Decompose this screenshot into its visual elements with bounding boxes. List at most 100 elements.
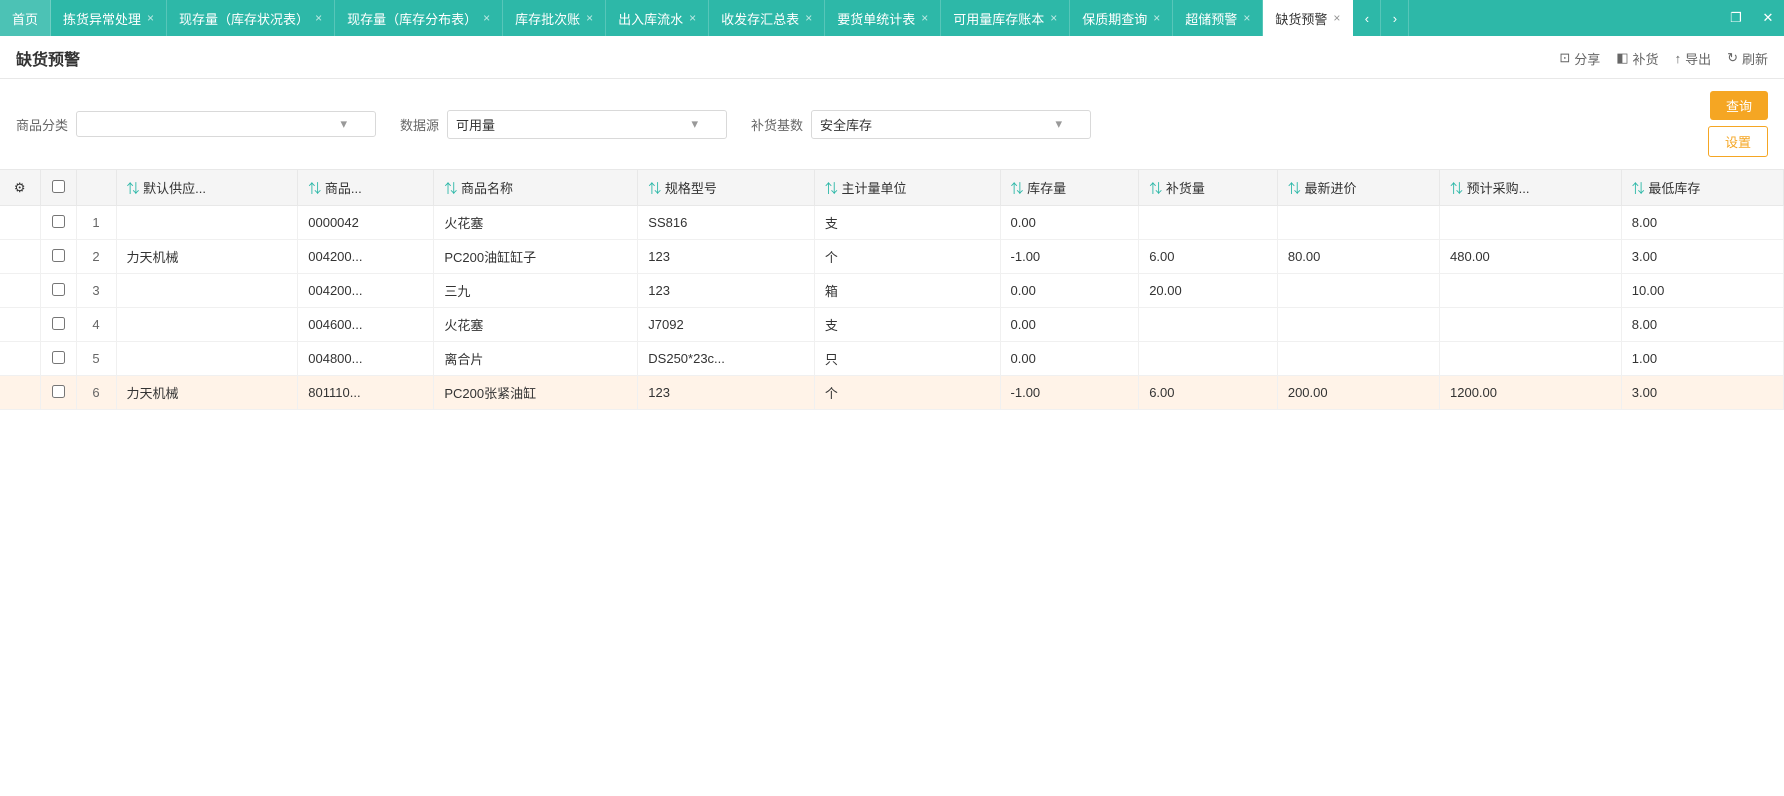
window-controls: ❐ ✕ <box>1720 0 1784 36</box>
row-checkbox-5[interactable] <box>52 385 65 398</box>
tab-expiry[interactable]: 保质期查询 × <box>1070 0 1173 36</box>
est-purchase-column-header[interactable]: ⇅ 预计采购... <box>1440 170 1622 206</box>
row-est-purchase-cell <box>1440 308 1622 342</box>
product-code-column-header[interactable]: ⇅ 商品... <box>298 170 434 206</box>
refresh-icon: ↻ <box>1727 50 1738 66</box>
row-checkbox-2[interactable] <box>52 283 65 296</box>
page-header: 缺货预警 ⊡ 分享 ◧ 补货 ↑ 导出 ↻ 刷新 <box>0 36 1784 79</box>
tab-demand-stat[interactable]: 要货单统计表 × <box>825 0 941 36</box>
close-tab-overstock[interactable]: × <box>1243 11 1250 25</box>
tab-prev-btn[interactable]: ‹ <box>1353 0 1381 36</box>
page-container: 缺货预警 ⊡ 分享 ◧ 补货 ↑ 导出 ↻ 刷新 商品分类 <box>0 36 1784 796</box>
row-checkbox-cell[interactable] <box>40 274 76 308</box>
replenish-base-chevron-icon: ▾ <box>1056 116 1063 132</box>
gear-column-header[interactable]: ⚙ <box>0 170 40 206</box>
row-checkbox-cell[interactable] <box>40 342 76 376</box>
datasource-select[interactable]: 可用量 ▾ <box>447 110 727 139</box>
min-stock-column-header[interactable]: ⇅ 最低库存 <box>1621 170 1783 206</box>
tab-inventory-status[interactable]: 现存量（库存状况表） × <box>167 0 335 36</box>
query-button[interactable]: 查询 <box>1710 91 1768 120</box>
row-latest-price-cell <box>1277 342 1439 376</box>
min-stock-sort-icon: ⇅ <box>1632 181 1645 196</box>
row-product-name-cell: 三九 <box>434 274 638 308</box>
tab-inventory-dist[interactable]: 现存量（库存分布表） × <box>335 0 503 36</box>
row-checkbox-0[interactable] <box>52 215 65 228</box>
table-row: 5004800...离合片DS250*23c...只0.001.00 <box>0 342 1784 376</box>
spec-column-header[interactable]: ⇅ 规格型号 <box>638 170 815 206</box>
tab-inout-flow[interactable]: 出入库流水 × <box>606 0 709 36</box>
row-est-purchase-cell <box>1440 274 1622 308</box>
category-filter-group: 商品分类 ▾ <box>16 111 376 137</box>
close-tab-batch-account[interactable]: × <box>586 11 593 25</box>
tab-home[interactable]: 首页 <box>0 0 51 36</box>
product-name-column-header[interactable]: ⇅ 商品名称 <box>434 170 638 206</box>
row-checkbox-cell[interactable] <box>40 206 76 240</box>
tab-available[interactable]: 可用量库存账本 × <box>941 0 1070 36</box>
latest-price-column-header[interactable]: ⇅ 最新进价 <box>1277 170 1439 206</box>
row-replenish-qty-cell <box>1139 342 1278 376</box>
row-gear-cell <box>0 342 40 376</box>
export-button[interactable]: ↑ 导出 <box>1675 49 1712 68</box>
replenish-base-label: 补货基数 <box>751 115 803 134</box>
category-chevron-icon: ▾ <box>340 116 347 132</box>
close-tab-inventory-dist[interactable]: × <box>483 11 490 25</box>
tab-collection[interactable]: 收发存汇总表 × <box>709 0 825 36</box>
row-latest-price-cell: 200.00 <box>1277 376 1439 410</box>
header-actions: ⊡ 分享 ◧ 补货 ↑ 导出 ↻ 刷新 <box>1559 49 1768 68</box>
latest-price-sort-icon: ⇅ <box>1288 181 1301 196</box>
replenish-qty-column-header[interactable]: ⇅ 补货量 <box>1139 170 1278 206</box>
row-spec-cell: 123 <box>638 376 815 410</box>
checkbox-column-header[interactable] <box>40 170 76 206</box>
row-replenish-qty-cell <box>1139 308 1278 342</box>
row-product-code-cell: 004800... <box>298 342 434 376</box>
close-tab-inout-flow[interactable]: × <box>689 11 696 25</box>
row-checkbox-1[interactable] <box>52 249 65 262</box>
row-checkbox-3[interactable] <box>52 317 65 330</box>
row-supplier-cell: 力天机械 <box>116 376 298 410</box>
select-all-checkbox[interactable] <box>52 180 65 193</box>
row-product-code-cell: 004600... <box>298 308 434 342</box>
close-tab-demand-stat[interactable]: × <box>921 11 928 25</box>
row-product-code-cell: 0000042 <box>298 206 434 240</box>
close-tab-collection[interactable]: × <box>805 11 812 25</box>
index-column-header <box>76 170 116 206</box>
tab-next-btn[interactable]: › <box>1381 0 1409 36</box>
row-product-name-cell: 火花塞 <box>434 206 638 240</box>
refresh-button[interactable]: ↻ 刷新 <box>1727 49 1768 68</box>
close-tab-available[interactable]: × <box>1050 11 1057 25</box>
window-close-btn[interactable]: ✕ <box>1752 0 1784 36</box>
tab-shortage[interactable]: 缺货预警 × <box>1263 0 1353 36</box>
replenish-icon: ◧ <box>1616 50 1628 66</box>
window-restore-btn[interactable]: ❐ <box>1720 0 1752 36</box>
share-button[interactable]: ⊡ 分享 <box>1559 49 1600 68</box>
table-row: 4004600...火花塞J7092支0.008.00 <box>0 308 1784 342</box>
settings-button[interactable]: 设置 <box>1708 126 1768 157</box>
stock-qty-column-header[interactable]: ⇅ 库存量 <box>1000 170 1139 206</box>
row-min-stock-cell: 10.00 <box>1621 274 1783 308</box>
replenish-button[interactable]: ◧ 补货 <box>1616 49 1658 68</box>
supplier-column-header[interactable]: ⇅ 默认供应... <box>116 170 298 206</box>
close-tab-inventory-status[interactable]: × <box>315 11 322 25</box>
row-checkbox-4[interactable] <box>52 351 65 364</box>
row-product-code-cell: 004200... <box>298 274 434 308</box>
page-title: 缺货预警 <box>16 46 80 70</box>
tab-batch-account[interactable]: 库存批次账 × <box>503 0 606 36</box>
filter-area: 商品分类 ▾ 数据源 可用量 ▾ 补货基数 安全库存 ▾ 查询 设置 <box>0 79 1784 169</box>
row-spec-cell: SS816 <box>638 206 815 240</box>
close-tab-shortage[interactable]: × <box>1333 11 1340 25</box>
row-checkbox-cell[interactable] <box>40 376 76 410</box>
close-tab-expiry[interactable]: × <box>1153 11 1160 25</box>
tab-abnormal[interactable]: 拣货异常处理 × <box>51 0 167 36</box>
row-index-cell: 6 <box>76 376 116 410</box>
row-checkbox-cell[interactable] <box>40 308 76 342</box>
row-supplier-cell: 力天机械 <box>116 240 298 274</box>
row-stock-qty-cell: 0.00 <box>1000 308 1139 342</box>
row-replenish-qty-cell: 6.00 <box>1139 240 1278 274</box>
row-checkbox-cell[interactable] <box>40 240 76 274</box>
tab-overstock[interactable]: 超储预警 × <box>1173 0 1263 36</box>
replenish-base-select[interactable]: 安全库存 ▾ <box>811 110 1091 139</box>
unit-column-header[interactable]: ⇅ 主计量单位 <box>814 170 1000 206</box>
category-select[interactable]: ▾ <box>76 111 376 137</box>
close-tab-abnormal[interactable]: × <box>147 11 154 25</box>
row-est-purchase-cell: 1200.00 <box>1440 376 1622 410</box>
